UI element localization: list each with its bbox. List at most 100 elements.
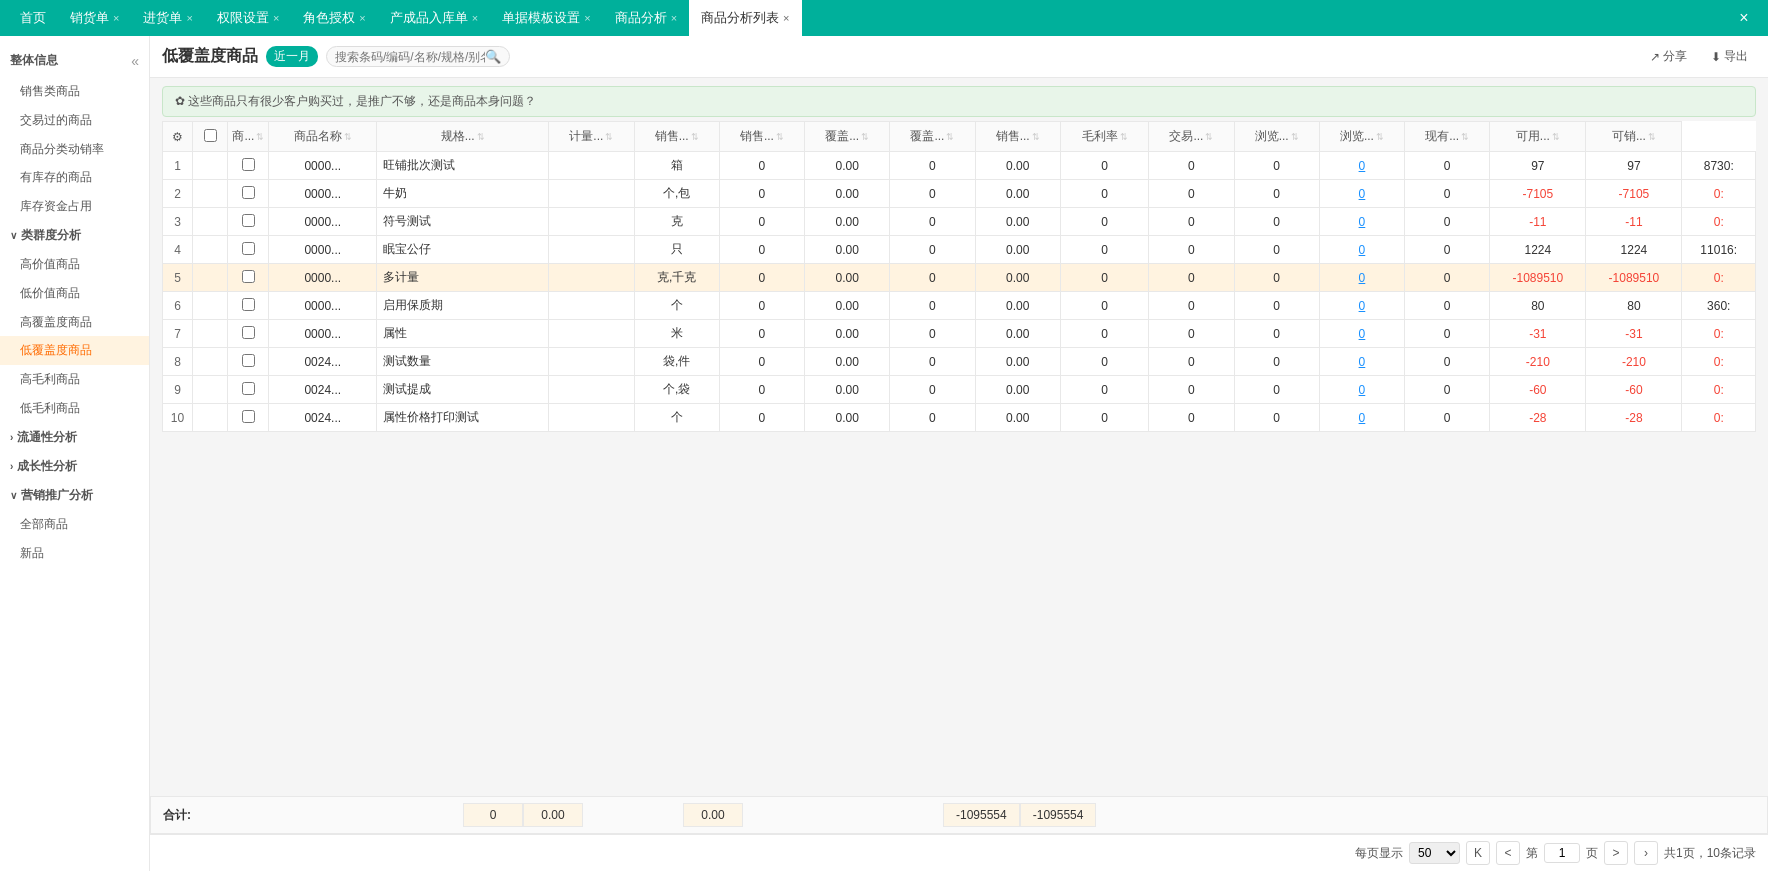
first-page-button[interactable]: K bbox=[1466, 841, 1490, 865]
sidebar-item-traded-goods[interactable]: 交易过的商品 bbox=[0, 106, 149, 135]
browse-link[interactable]: 0 bbox=[1359, 215, 1366, 229]
close-icon[interactable]: × bbox=[671, 12, 677, 24]
settings-column-header[interactable]: ⚙ bbox=[163, 122, 193, 152]
nav-home[interactable]: 首页 bbox=[8, 0, 58, 36]
search-input[interactable] bbox=[335, 50, 485, 64]
name-cell: 启用保质期 bbox=[377, 292, 549, 320]
cover1-cell: 0 bbox=[890, 264, 975, 292]
browse-link[interactable]: 0 bbox=[1359, 187, 1366, 201]
row-checkbox[interactable] bbox=[242, 158, 255, 171]
time-filter-button[interactable]: 近一月 bbox=[266, 46, 318, 67]
sale3-column-header[interactable]: 销售...⇅ bbox=[975, 122, 1060, 152]
unit-column-header[interactable]: 计量...⇅ bbox=[549, 122, 634, 152]
close-icon[interactable]: × bbox=[186, 12, 192, 24]
window-close-button[interactable]: × bbox=[1728, 2, 1760, 34]
sidebar-section-flow[interactable]: › 流通性分析 bbox=[0, 423, 149, 452]
select-all-checkbox[interactable] bbox=[204, 129, 217, 142]
gross-margin-cell: 0 bbox=[1149, 180, 1234, 208]
trade-cell: 0 bbox=[1234, 320, 1319, 348]
browse2-column-header[interactable]: 浏览...⇅ bbox=[1319, 122, 1404, 152]
nav-role-auth[interactable]: 角色授权 × bbox=[291, 0, 377, 36]
cover1-column-header[interactable]: 覆盖...⇅ bbox=[805, 122, 890, 152]
close-icon[interactable]: × bbox=[783, 12, 789, 24]
next-page-button[interactable]: > bbox=[1604, 841, 1628, 865]
sale-count-column-header[interactable]: 销售...⇅ bbox=[634, 122, 719, 152]
export-button[interactable]: ⬇ 导出 bbox=[1703, 44, 1756, 69]
sale-amount-column-header[interactable]: 销售...⇅ bbox=[719, 122, 804, 152]
browse-link[interactable]: 0 bbox=[1359, 327, 1366, 341]
row-checkbox[interactable] bbox=[242, 382, 255, 395]
nav-permission-settings[interactable]: 权限设置 × bbox=[205, 0, 291, 36]
row-checkbox[interactable] bbox=[242, 270, 255, 283]
code-column-header[interactable]: 商...⇅ bbox=[228, 122, 269, 152]
saleable-column-header[interactable]: 可销...⇅ bbox=[1586, 122, 1682, 152]
row-checkbox[interactable] bbox=[242, 186, 255, 199]
browse-link[interactable]: 0 bbox=[1359, 243, 1366, 257]
close-icon[interactable]: × bbox=[113, 12, 119, 24]
spec-column-header[interactable]: 规格...⇅ bbox=[377, 122, 549, 152]
sale-count-cell: 0 bbox=[719, 264, 804, 292]
search-icon[interactable]: 🔍 bbox=[485, 49, 501, 64]
nav-goods-analysis[interactable]: 商品分析 × bbox=[603, 0, 689, 36]
browse-link[interactable]: 0 bbox=[1359, 299, 1366, 313]
data-table: ⚙ 商...⇅ 商品名称⇅ 规格...⇅ 计量...⇅ 销售...⇅ 销售...… bbox=[162, 121, 1756, 432]
browse-link[interactable]: 0 bbox=[1359, 411, 1366, 425]
checkbox-column-header[interactable] bbox=[193, 122, 228, 152]
nav-template-settings[interactable]: 单据模板设置 × bbox=[490, 0, 602, 36]
close-icon[interactable]: × bbox=[584, 12, 590, 24]
sidebar-item-stocked-goods[interactable]: 有库存的商品 bbox=[0, 163, 149, 192]
browse-link[interactable]: 0 bbox=[1359, 159, 1366, 173]
close-icon[interactable]: × bbox=[359, 12, 365, 24]
cover1-cell: 0 bbox=[890, 292, 975, 320]
last-page-button[interactable]: › bbox=[1634, 841, 1658, 865]
sidebar-item-high-margin[interactable]: 高毛利商品 bbox=[0, 365, 149, 394]
nav-purchase-order[interactable]: 进货单 × bbox=[131, 0, 204, 36]
row-checkbox[interactable] bbox=[242, 326, 255, 339]
sidebar-collapse-button[interactable]: « bbox=[131, 53, 139, 69]
prev-page-button[interactable]: < bbox=[1496, 841, 1520, 865]
sidebar-item-new-goods[interactable]: 新品 bbox=[0, 539, 149, 568]
nav-sales-order[interactable]: 销货单 × bbox=[58, 0, 131, 36]
row-checkbox[interactable] bbox=[242, 242, 255, 255]
row-checkbox[interactable] bbox=[242, 410, 255, 423]
share-button[interactable]: ↗ 分享 bbox=[1642, 44, 1695, 69]
name-cell: 眠宝公仔 bbox=[377, 236, 549, 264]
browse-link[interactable]: 0 bbox=[1359, 383, 1366, 397]
code-cell: 0000... bbox=[269, 292, 377, 320]
sidebar-item-low-coverage[interactable]: 低覆盖度商品 bbox=[0, 336, 149, 365]
cover2-column-header[interactable]: 覆盖...⇅ bbox=[890, 122, 975, 152]
current-stock-cell: -60 bbox=[1490, 376, 1586, 404]
row-checkbox[interactable] bbox=[242, 214, 255, 227]
current-stock-column-header[interactable]: 现有...⇅ bbox=[1405, 122, 1490, 152]
sidebar-item-all-goods[interactable]: 全部商品 bbox=[0, 510, 149, 539]
sidebar-item-inventory-capital[interactable]: 库存资金占用 bbox=[0, 192, 149, 221]
sidebar-item-low-margin[interactable]: 低毛利商品 bbox=[0, 394, 149, 423]
sale-amount-cell: 0.00 bbox=[805, 208, 890, 236]
page-number-input[interactable] bbox=[1544, 843, 1580, 863]
browse-link[interactable]: 0 bbox=[1359, 271, 1366, 285]
sidebar-section-marketing[interactable]: ∨ 营销推广分析 bbox=[0, 481, 149, 510]
trade-column-header[interactable]: 交易...⇅ bbox=[1149, 122, 1234, 152]
close-icon[interactable]: × bbox=[273, 12, 279, 24]
browse-link[interactable]: 0 bbox=[1359, 355, 1366, 369]
browse1-column-header[interactable]: 浏览...⇅ bbox=[1234, 122, 1319, 152]
sidebar-section-growth[interactable]: › 成长性分析 bbox=[0, 452, 149, 481]
nav-finished-goods[interactable]: 产成品入库单 × bbox=[378, 0, 490, 36]
sidebar-item-low-value[interactable]: 低价值商品 bbox=[0, 279, 149, 308]
available-column-header[interactable]: 可用...⇅ bbox=[1490, 122, 1586, 152]
sidebar-item-category-turnover[interactable]: 商品分类动销率 bbox=[0, 135, 149, 164]
row-checkbox[interactable] bbox=[242, 298, 255, 311]
gross-margin-column-header[interactable]: 毛利率⇅ bbox=[1060, 122, 1148, 152]
sidebar-item-sales-goods[interactable]: 销售类商品 bbox=[0, 77, 149, 106]
sidebar-item-high-coverage[interactable]: 高覆盖度商品 bbox=[0, 308, 149, 337]
browse2-cell: 0 bbox=[1405, 404, 1490, 432]
name-column-header[interactable]: 商品名称⇅ bbox=[269, 122, 377, 152]
row-checkbox[interactable] bbox=[242, 354, 255, 367]
sale-amount-cell: 0.00 bbox=[805, 264, 890, 292]
sidebar-item-high-value[interactable]: 高价值商品 bbox=[0, 250, 149, 279]
nav-goods-analysis-list[interactable]: 商品分析列表 × bbox=[689, 0, 801, 36]
close-icon[interactable]: × bbox=[472, 12, 478, 24]
per-page-select[interactable]: 50 100 200 bbox=[1409, 842, 1460, 864]
saleable-cell: 360: bbox=[1682, 292, 1756, 320]
sidebar-section-quality[interactable]: ∨ 类群度分析 bbox=[0, 221, 149, 250]
